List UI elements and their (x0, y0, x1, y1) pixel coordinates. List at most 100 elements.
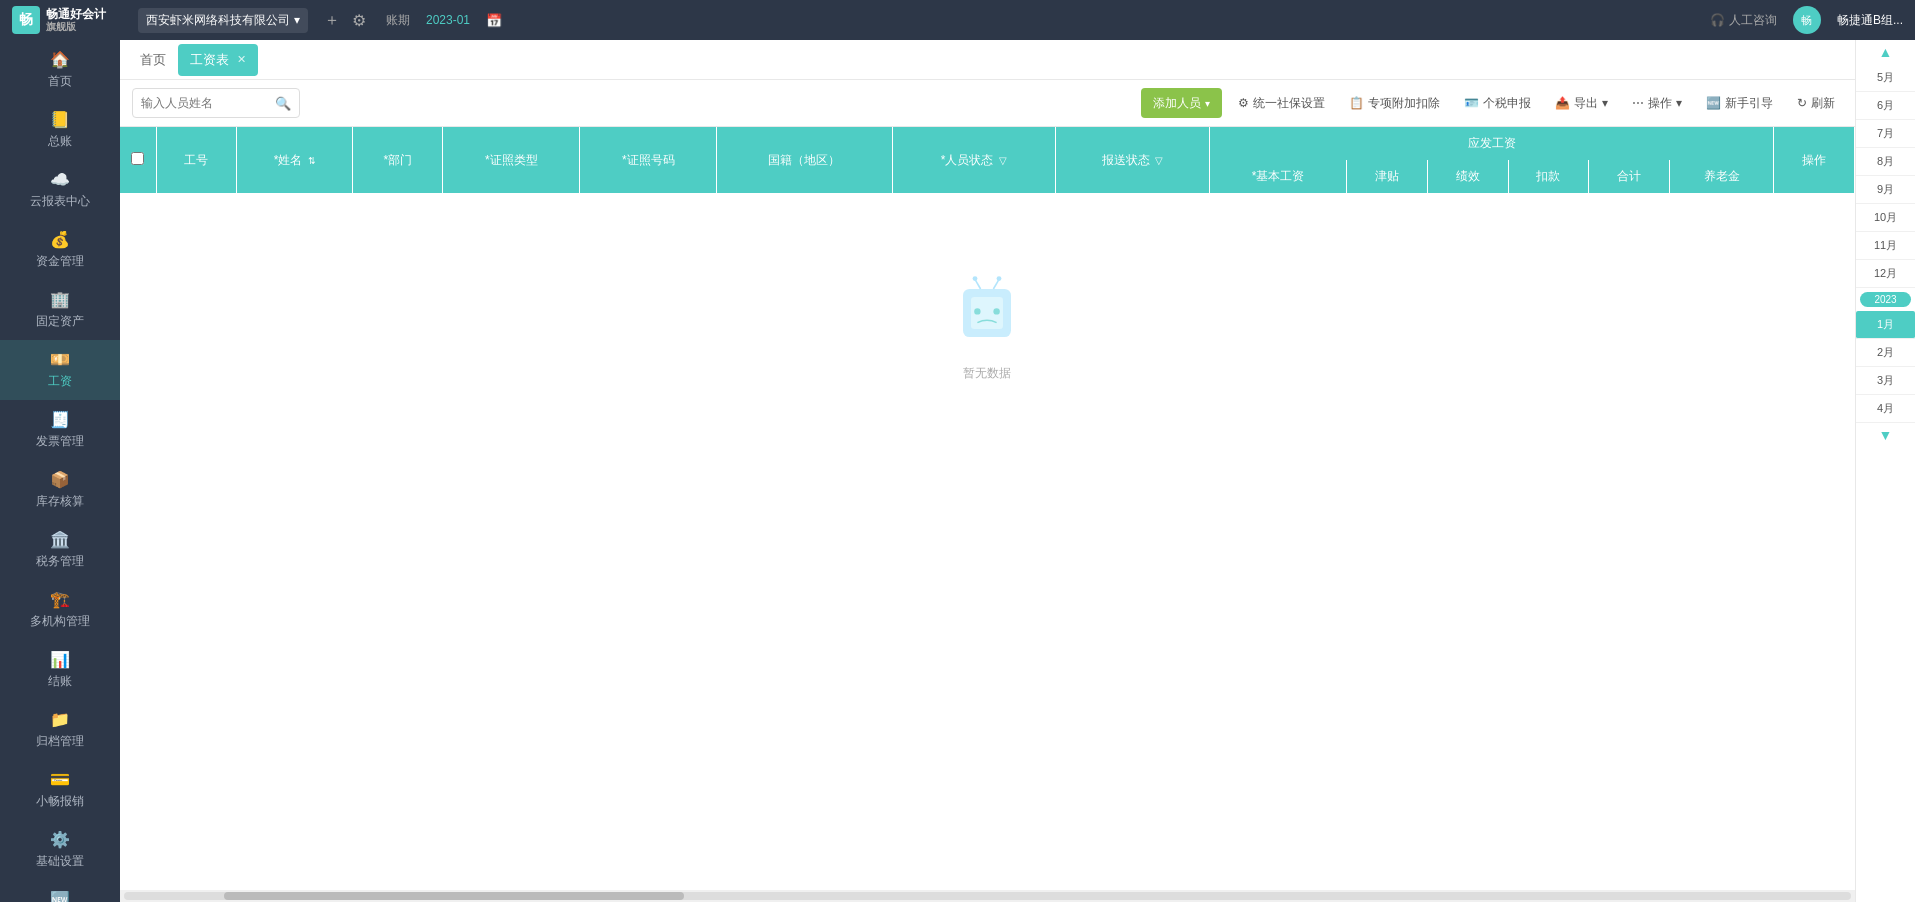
company-selector[interactable]: 西安虾米网络科技有限公司 ▾ (138, 8, 308, 33)
th-nationality: 国籍（地区） (717, 127, 892, 193)
th-dept: *部门 (353, 127, 443, 193)
panel-down-arrow[interactable]: ▼ (1856, 423, 1915, 447)
month-12[interactable]: 12月 (1856, 260, 1915, 288)
table-body: 暂无数据 (120, 193, 1855, 462)
tab-close-icon[interactable]: ✕ (237, 54, 246, 65)
year-badge: 2023 (1860, 292, 1911, 307)
bottom-scrollbar[interactable] (120, 890, 1855, 902)
add-button[interactable]: ＋ (324, 10, 340, 31)
calendar-icon[interactable]: 📅 (486, 13, 502, 28)
sidebar-item-archive[interactable]: 📁 归档管理 (0, 700, 120, 760)
sidebar-item-ledger[interactable]: 📒 总账 (0, 100, 120, 160)
search-wrap[interactable]: 🔍 (132, 88, 300, 118)
special-deduction-icon: 📋 (1349, 96, 1364, 110)
sidebar-item-fund[interactable]: 💰 资金管理 (0, 220, 120, 280)
empty-state: 暂无数据 (120, 273, 1855, 382)
select-all-checkbox[interactable] (131, 152, 144, 165)
app-name: 畅通好会计 (46, 7, 106, 21)
sidebar-item-cloud-report[interactable]: ☁️ 云报表中心 (0, 160, 120, 220)
sidebar-item-expense[interactable]: 💳 小畅报销 (0, 760, 120, 820)
tab-home[interactable]: 首页 (128, 44, 178, 76)
sort-name-icon[interactable]: ⇅ (308, 156, 316, 166)
period-value[interactable]: 2023-01 (426, 13, 470, 27)
month-4[interactable]: 4月 (1856, 395, 1915, 423)
app-edition: 旗舰版 (46, 21, 106, 33)
sidebar-item-label: 税务管理 (36, 553, 84, 570)
search-icon: 🔍 (275, 96, 291, 111)
month-7[interactable]: 7月 (1856, 120, 1915, 148)
tab-payroll-label: 工资表 (190, 51, 229, 69)
sidebar-item-fixed-assets[interactable]: 🏢 固定资产 (0, 280, 120, 340)
sidebar-item-home[interactable]: 🏠 首页 (0, 40, 120, 100)
archive-icon: 📁 (50, 710, 70, 729)
scrollbar-track[interactable] (124, 892, 1851, 900)
th-deduction: 扣款 (1508, 160, 1589, 193)
search-input[interactable] (141, 96, 271, 110)
month-6[interactable]: 6月 (1856, 92, 1915, 120)
export-icon: 📤 (1555, 96, 1570, 110)
guide-label: 新手引导 (1725, 95, 1773, 112)
th-status[interactable]: *人员状态 ▽ (892, 127, 1055, 193)
export-button[interactable]: 📤 导出 ▾ (1547, 91, 1616, 116)
tab-payroll-table[interactable]: 工资表 ✕ (178, 44, 258, 76)
scrollbar-thumb[interactable] (224, 892, 684, 900)
th-base-salary: *基本工资 (1210, 160, 1347, 193)
sidebar-item-label: 多机构管理 (30, 613, 90, 630)
social-security-button[interactable]: ⚙ 统一社保设置 (1230, 91, 1333, 116)
th-name[interactable]: *姓名 ⇅ (237, 127, 353, 193)
svg-point-6 (973, 276, 978, 281)
empty-icon (947, 273, 1027, 353)
th-pension: 养老金 (1669, 160, 1773, 193)
panel-up-arrow[interactable]: ▲ (1856, 40, 1915, 64)
social-security-icon: ⚙ (1238, 96, 1249, 110)
month-8[interactable]: 8月 (1856, 148, 1915, 176)
filter-status-icon[interactable]: ▽ (999, 155, 1007, 166)
svg-point-7 (997, 276, 1002, 281)
sidebar-item-payroll[interactable]: 💴 工资 (0, 340, 120, 400)
headset-icon: 🎧 (1710, 13, 1725, 27)
filter-report-icon[interactable]: ▽ (1155, 155, 1163, 166)
operate-icon: ⋯ (1632, 96, 1644, 110)
th-checkbox[interactable] (120, 127, 156, 193)
special-deduction-button[interactable]: 📋 专项附加扣除 (1341, 91, 1448, 116)
sidebar-item-invoice[interactable]: 🧾 发票管理 (0, 400, 120, 460)
month-3[interactable]: 3月 (1856, 367, 1915, 395)
month-11[interactable]: 11月 (1856, 232, 1915, 260)
sidebar-item-label: 总账 (48, 133, 72, 150)
content-area: 首页 工资表 ✕ 🔍 添加人员 ▾ ⚙ 统一社保设置 📋 (120, 40, 1855, 902)
th-report-status[interactable]: 报送状态 ▽ (1055, 127, 1209, 193)
month-9[interactable]: 9月 (1856, 176, 1915, 204)
th-performance: 绩效 (1427, 160, 1508, 193)
service-button[interactable]: 🎧 人工咨询 (1710, 12, 1777, 29)
sidebar-item-guide[interactable]: 🆕 新手引导 (0, 880, 120, 902)
th-id-no: *证照号码 (580, 127, 717, 193)
empty-row: 暂无数据 (120, 193, 1855, 462)
sidebar-item-inventory[interactable]: 📦 库存核算 (0, 460, 120, 520)
refresh-button[interactable]: ↻ 刷新 (1789, 91, 1843, 116)
sidebar-item-close[interactable]: 📊 结账 (0, 640, 120, 700)
settings-icon[interactable]: ⚙ (352, 11, 366, 30)
export-label: 导出 (1574, 95, 1598, 112)
month-5[interactable]: 5月 (1856, 64, 1915, 92)
tax-icon: 🏛️ (50, 530, 70, 549)
sidebar-item-label: 云报表中心 (30, 193, 90, 210)
toolbar: 🔍 添加人员 ▾ ⚙ 统一社保设置 📋 专项附加扣除 🪪 个税申报 📤 导出 (120, 80, 1855, 127)
sidebar-item-settings[interactable]: ⚙️ 基础设置 (0, 820, 120, 880)
add-person-label: 添加人员 (1153, 95, 1201, 112)
month-2[interactable]: 2月 (1856, 339, 1915, 367)
add-person-button[interactable]: 添加人员 ▾ (1141, 88, 1222, 118)
table-container: 工号 *姓名 ⇅ *部门 *证照类型 *证照号码 国籍（地区） *人员状态 ▽ (120, 127, 1855, 890)
th-payable: 应发工资 (1210, 127, 1774, 160)
user-name: 畅捷通B组... (1837, 12, 1903, 29)
app-logo: 畅 畅通好会计 旗舰版 (12, 6, 122, 34)
month-1[interactable]: 1月 (1856, 311, 1915, 339)
svg-point-3 (994, 308, 1000, 314)
invoice-icon: 🧾 (50, 410, 70, 429)
month-10[interactable]: 10月 (1856, 204, 1915, 232)
operate-button[interactable]: ⋯ 操作 ▾ (1624, 91, 1690, 116)
sidebar-item-multi-org[interactable]: 🏗️ 多机构管理 (0, 580, 120, 640)
sidebar-item-tax[interactable]: 🏛️ 税务管理 (0, 520, 120, 580)
guide-button[interactable]: 🆕 新手引导 (1698, 91, 1781, 116)
personal-tax-button[interactable]: 🪪 个税申报 (1456, 91, 1539, 116)
sidebar-item-label: 归档管理 (36, 733, 84, 750)
